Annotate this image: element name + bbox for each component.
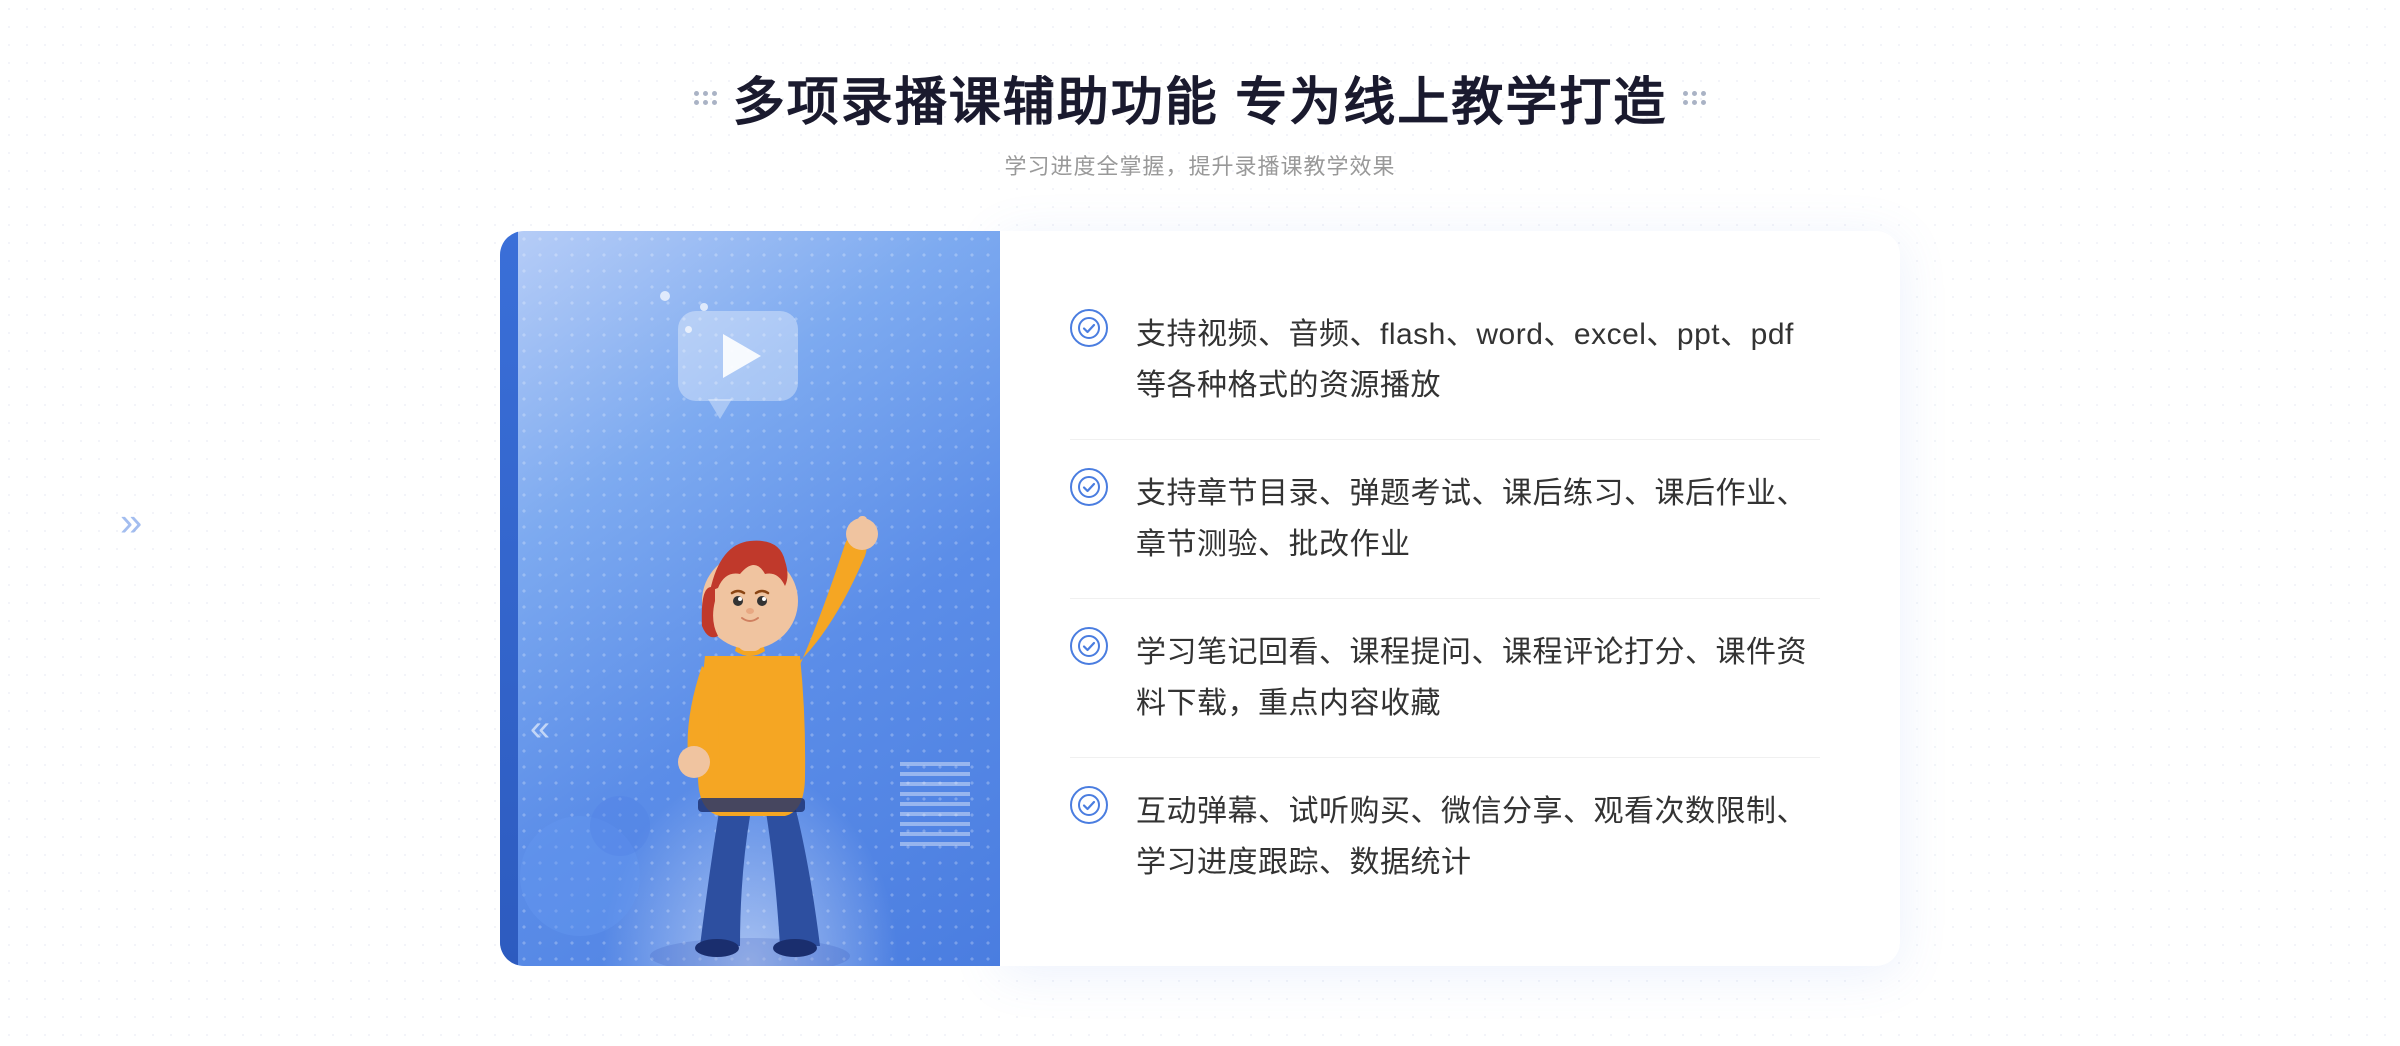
person-illustration <box>610 426 890 966</box>
feature-item-4: 互动弹幕、试听购买、微信分享、观看次数限制、学习进度跟踪、数据统计 <box>1070 758 1820 916</box>
stripes-decoration <box>900 756 970 846</box>
feature-text-1: 支持视频、音频、flash、word、excel、ppt、pdf等各种格式的资源… <box>1136 309 1820 411</box>
feature-text-4: 互动弹幕、试听购买、微信分享、观看次数限制、学习进度跟踪、数据统计 <box>1136 786 1820 888</box>
left-chevron-icon: » <box>120 501 142 546</box>
feature-item-3: 学习笔记回看、课程提问、课程评论打分、课件资料下载，重点内容收藏 <box>1070 599 1820 758</box>
content-panel: 支持视频、音频、flash、word、excel、ppt、pdf等各种格式的资源… <box>1000 231 1900 966</box>
header-title-row: 多项录播课辅助功能 专为线上教学打造 <box>694 60 1706 135</box>
content-section: « <box>500 231 1900 966</box>
illus-chevron-icon: « <box>530 710 550 746</box>
check-icon-4 <box>1070 786 1108 824</box>
feature-text-3: 学习笔记回看、课程提问、课程评论打分、课件资料下载，重点内容收藏 <box>1136 627 1820 729</box>
feature-item-1: 支持视频、音频、flash、word、excel、ppt、pdf等各种格式的资源… <box>1070 281 1820 440</box>
play-triangle-icon <box>723 334 761 378</box>
sparkle-1 <box>660 291 670 301</box>
page-container: 多项录播课辅助功能 专为线上教学打造 学习进度全掌握，提升录播课教学效果 » <box>0 0 2400 1046</box>
check-icon-1 <box>1070 309 1108 347</box>
page-subtitle: 学习进度全掌握，提升录播课教学效果 <box>694 149 1706 181</box>
sparkle-3 <box>700 303 708 311</box>
play-bubble <box>678 311 798 401</box>
blue-accent-bar <box>500 231 518 966</box>
page-title: 多项录播课辅助功能 专为线上教学打造 <box>733 60 1667 135</box>
left-dots-icon <box>694 91 717 105</box>
feature-item-2: 支持章节目录、弹题考试、课后练习、课后作业、章节测验、批改作业 <box>1070 440 1820 599</box>
check-icon-2 <box>1070 468 1108 506</box>
right-dots-icon <box>1683 91 1706 105</box>
feature-text-2: 支持章节目录、弹题考试、课后练习、课后作业、章节测验、批改作业 <box>1136 468 1820 570</box>
illustration-panel: « <box>500 231 1000 966</box>
check-icon-3 <box>1070 627 1108 665</box>
header-section: 多项录播课辅助功能 专为线上教学打造 学习进度全掌握，提升录播课教学效果 <box>694 60 1706 181</box>
